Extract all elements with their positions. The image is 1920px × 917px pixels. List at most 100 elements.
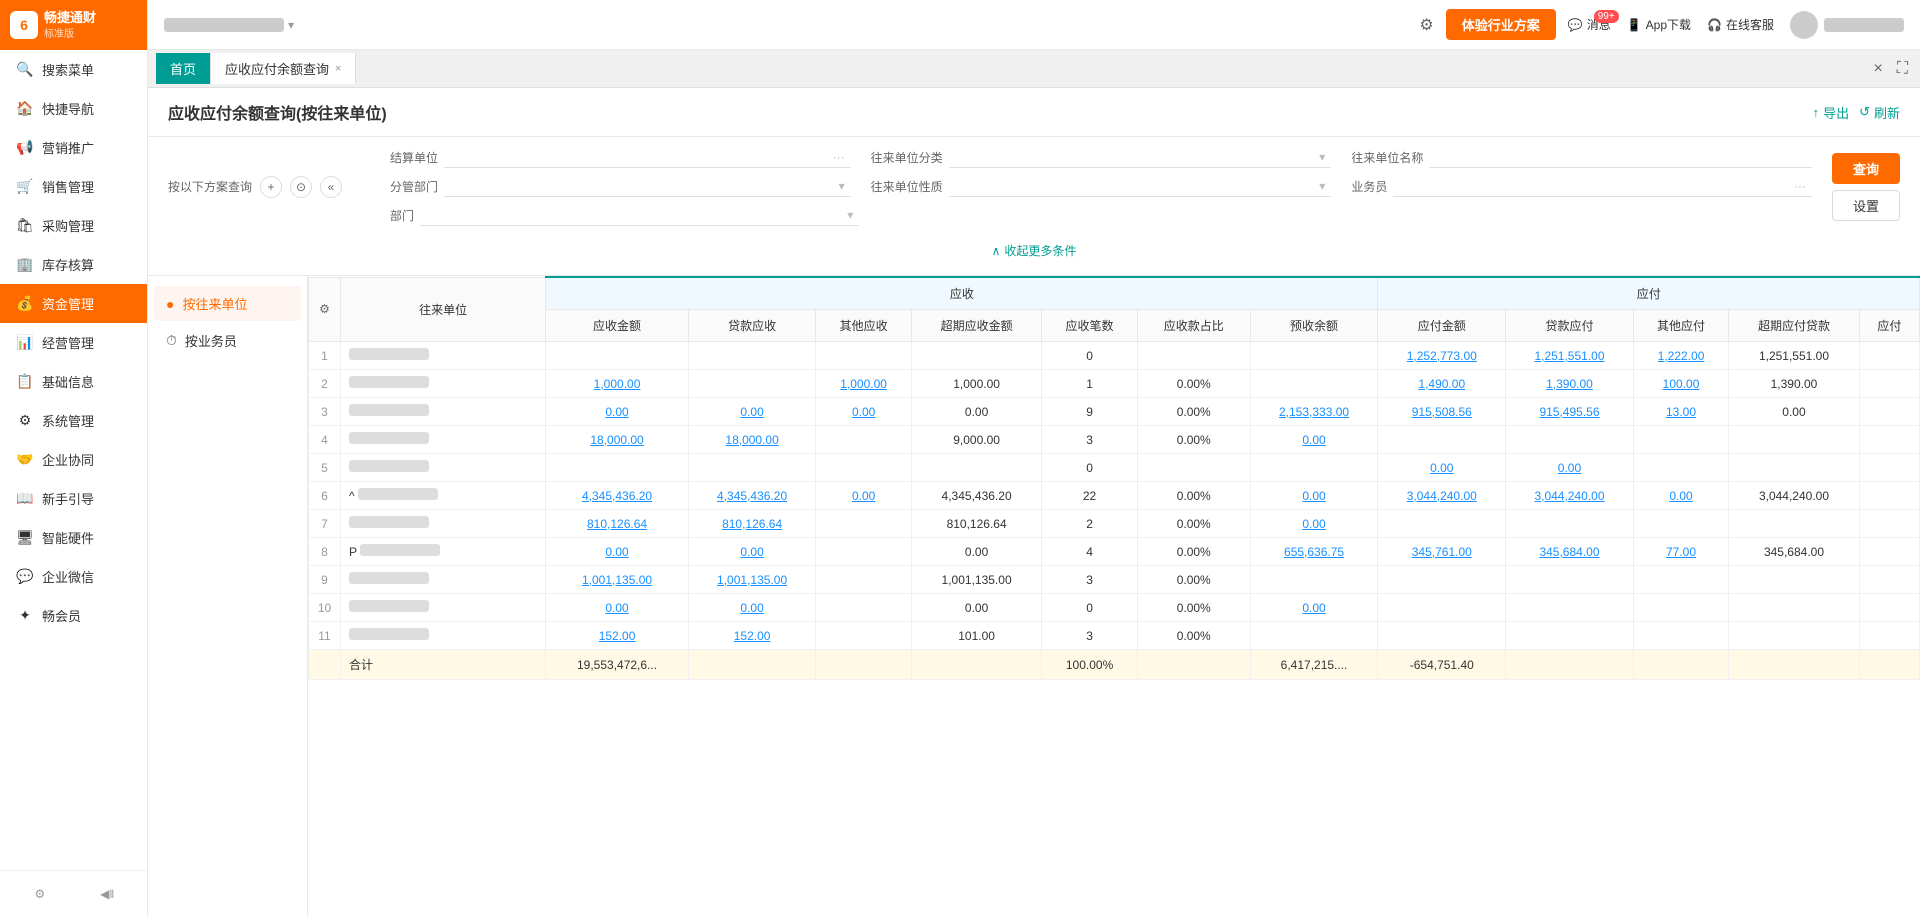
col-yf-qt: 其他应付 (1633, 310, 1728, 342)
query-button[interactable]: 查询 (1832, 153, 1900, 184)
row-number: 7 (309, 510, 341, 538)
sidebar-item-finance[interactable]: 💰 资金管理 (0, 284, 147, 323)
filter-row-3: 部门 ▾ (390, 205, 1812, 226)
sidebar-item-wechat[interactable]: 💬 企业微信 (0, 557, 147, 596)
sidebar-item-stock[interactable]: 🏢 库存核算 (0, 245, 147, 284)
tab-close-icon[interactable]: × (335, 63, 341, 75)
topbar-online-service-button[interactable]: 🎧 在线客服 (1707, 16, 1774, 33)
filter-fields-group: 结算单位 ··· 往来单位分类 ▾ (390, 147, 1812, 226)
col-yf-cq: 超期应付贷款 (1729, 310, 1860, 342)
total-ys-bs-zb: 100.00% (1042, 650, 1137, 680)
filter-collapse-more[interactable]: ∧ 收起更多条件 (168, 236, 1900, 265)
sidebar-item-operation[interactable]: 📊 经营管理 (0, 323, 147, 362)
sidebar-item-basic[interactable]: 📋 基础信息 (0, 362, 147, 401)
filter-add-button[interactable]: + (260, 176, 282, 198)
page-header-actions: ↑ 导出 ↺ 刷新 (1813, 103, 1900, 122)
collapse-label: 收起更多条件 (1004, 242, 1076, 259)
sidebar-item-shortcut[interactable]: 🏠 快捷导航 (0, 89, 147, 128)
filter-wanglaiming: 往来单位名称 (1351, 147, 1812, 168)
table-row: 418,000.0018,000.009,000.0030.00%0.00 (309, 426, 1920, 454)
operation-icon: 📊 (16, 334, 34, 351)
tab-receivable-payable[interactable]: 应收应付余额查询 × (211, 53, 356, 84)
col-yf-je: 应付金额 (1378, 310, 1506, 342)
refresh-button[interactable]: ↺ 刷新 (1859, 103, 1900, 122)
table-row: 6^ 4,345,436.204,345,436.200.004,345,436… (309, 482, 1920, 510)
sidebar-item-guide[interactable]: 📖 新手引导 (0, 479, 147, 518)
window-close-button[interactable]: × (1869, 56, 1886, 82)
unit-cell (341, 454, 546, 482)
basic-icon: 📋 (16, 373, 34, 390)
unit-cell (341, 510, 546, 538)
filter-bumen-select[interactable]: ▾ (420, 205, 859, 226)
service-label: 在线客服 (1726, 16, 1774, 33)
sidebar-item-label: 企业协同 (42, 450, 94, 469)
left-panel-item-by-unit[interactable]: ● 按往来单位 (154, 286, 301, 321)
sales-icon: 🛒 (16, 178, 34, 195)
wanglaifenlei-chevron: ▾ (1319, 150, 1325, 164)
unit-cell (341, 398, 546, 426)
system-icon: ⚙ (16, 412, 34, 429)
unit-cell (341, 426, 546, 454)
tab-home[interactable]: 首页 (156, 53, 211, 84)
filter-collapse-button[interactable]: « (320, 176, 342, 198)
col-yf-bl: 应付 (1859, 310, 1919, 342)
table-settings-icon[interactable]: ⚙ (319, 302, 330, 316)
filter-settings-button[interactable]: ⊙ (290, 176, 312, 198)
filter-bumen: 部门 ▾ (390, 205, 859, 226)
topbar-right: 💬 消息 99+ 📱 App下载 🎧 在线客服 (1568, 11, 1904, 39)
filter-wanglaiming-input[interactable] (1429, 147, 1812, 168)
col-ys-dk: 贷款应收 (688, 310, 816, 342)
sidebar-item-marketing[interactable]: 📢 营销推广 (0, 128, 147, 167)
refresh-icon: ↺ (1859, 104, 1870, 120)
fenguan-chevron: ▾ (839, 179, 845, 193)
unit-cell (341, 566, 546, 594)
sidebar-item-label: 智能硬件 (42, 528, 94, 547)
industry-solution-button[interactable]: 体验行业方案 (1446, 9, 1556, 40)
total-yf-qt (1633, 650, 1728, 680)
col-ys-cq: 超期应收金额 (911, 310, 1042, 342)
sidebar-item-system[interactable]: ⚙ 系统管理 (0, 401, 147, 440)
filter-label-wanglaifenlei: 往来单位分类 (871, 149, 943, 166)
total-yf-dk (1506, 650, 1634, 680)
export-button[interactable]: ↑ 导出 (1813, 103, 1850, 122)
total-yf-je: -654,751.40 (1378, 650, 1506, 680)
topbar-gear-icon[interactable]: ⚙ (1419, 15, 1433, 35)
filter-fenguan: 分管部门 ▾ (390, 176, 851, 197)
home-icon: 🏠 (16, 100, 34, 117)
row-number: 9 (309, 566, 341, 594)
window-expand-button[interactable]: ⛶ (1893, 56, 1912, 82)
topbar-app-download-button[interactable]: 📱 App下载 (1627, 16, 1691, 33)
total-yf-cq (1729, 650, 1860, 680)
app-icon: 📱 (1627, 18, 1642, 32)
tab-label: 应收应付余额查询 (225, 59, 329, 78)
filter-xinzhi-select[interactable]: ▾ (949, 176, 1332, 197)
bumen-chevron: ▾ (847, 208, 853, 222)
filter-wanglaifenlei-select[interactable]: ▾ (949, 147, 1332, 168)
filter-fenguan-select[interactable]: ▾ (444, 176, 851, 197)
sidebar-item-collab[interactable]: 🤝 企业协同 (0, 440, 147, 479)
sidebar-collapse-btn[interactable]: ◀‖ (78, 881, 138, 907)
sidebar-settings-btn[interactable]: ⚙ (10, 881, 70, 907)
topbar-message-button[interactable]: 💬 消息 99+ (1568, 16, 1611, 33)
app-label: App下载 (1646, 16, 1691, 33)
table-settings-header[interactable]: ⚙ (309, 277, 341, 342)
sidebar-item-label: 快捷导航 (42, 99, 94, 118)
unit-cell (341, 342, 546, 370)
sidebar-item-hardware[interactable]: 🖥 智能硬件 (0, 518, 147, 557)
tabbar: 首页 应收应付余额查询 × × ⛶ (148, 50, 1920, 88)
sidebar-item-label: 企业微信 (42, 567, 94, 586)
left-panel-item-by-staff[interactable]: ⏱ 按业务员 (154, 323, 301, 358)
user-area[interactable] (1790, 11, 1904, 39)
sidebar-item-sales[interactable]: 🛒 销售管理 (0, 167, 147, 206)
sidebar-item-member[interactable]: ✦ 畅会员 (0, 596, 147, 635)
page-content: 应收应付余额查询(按往来单位) ↑ 导出 ↺ 刷新 按以下方案查询 + ⊙ « (148, 88, 1920, 917)
table-row: 7810,126.64810,126.64810,126.6420.00%0.0… (309, 510, 1920, 538)
content-area: ● 按往来单位 ⏱ 按业务员 ⚙ 往来单位 (148, 276, 1920, 917)
table-area: ⚙ 往来单位 应收 应付 应收金额 贷款应收 其他应收 超期应收金额 应收笔数 (308, 276, 1920, 917)
sidebar-item-purchase[interactable]: 🛍 采购管理 (0, 206, 147, 245)
filter-yewuyuan-input[interactable]: ··· (1393, 176, 1812, 197)
filter-jisuandanwei-input[interactable]: ··· (444, 147, 851, 168)
settings-button[interactable]: 设置 (1832, 190, 1900, 221)
yewuyuan-dots: ··· (1794, 179, 1806, 193)
sidebar-item-search[interactable]: 🔍 搜索菜单 (0, 50, 147, 89)
